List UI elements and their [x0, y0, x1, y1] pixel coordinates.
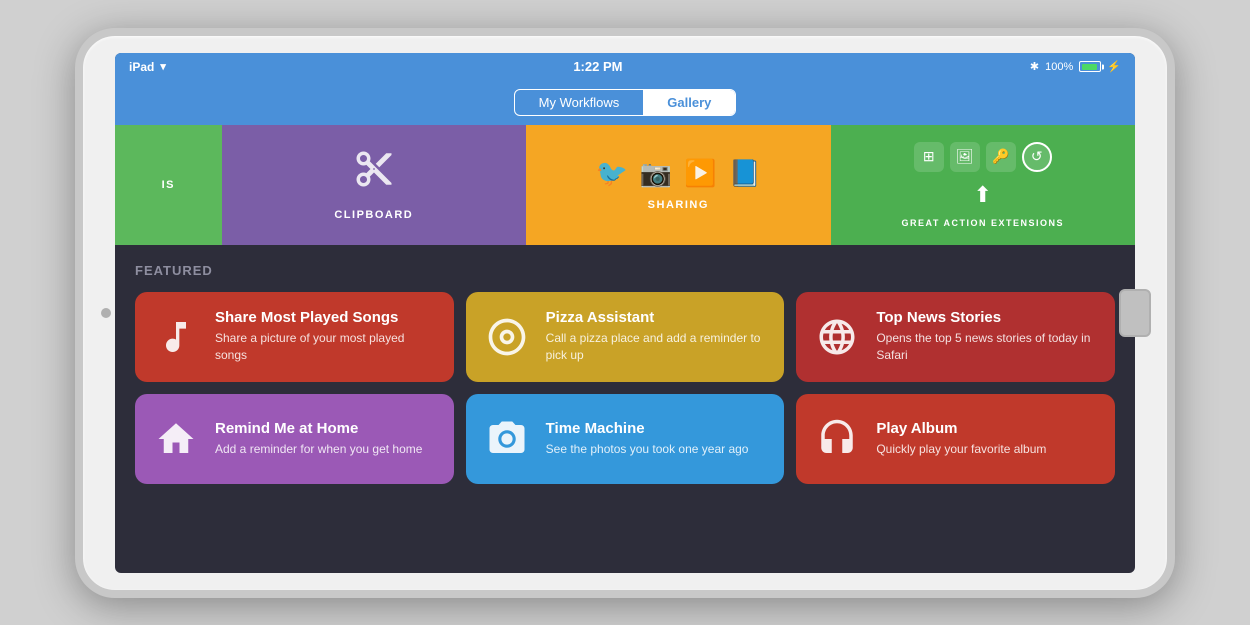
- ext-icon-2: 🖼: [950, 142, 980, 172]
- card-text-play-album: Play Album Quickly play your favorite al…: [876, 420, 1099, 458]
- twitter-icon: 🐦: [596, 158, 628, 189]
- social-icons-row: 🐦 📷 ▶️ 📘: [596, 158, 762, 189]
- card-top-news[interactable]: Top News Stories Opens the top 5 news st…: [796, 292, 1115, 382]
- ipad-shell: iPad ▾ 1:22 PM ✱ 100% ⚡ My Workflows Gal…: [75, 28, 1175, 598]
- card-title-play-album: Play Album: [876, 420, 1099, 437]
- cat-item-clipboard[interactable]: CLIPBOARD: [222, 125, 526, 245]
- youtube-icon: ▶️: [684, 158, 716, 189]
- featured-label: FEATURED: [135, 263, 1115, 278]
- battery-percent: 100%: [1045, 61, 1073, 73]
- facebook-icon: 📘: [729, 158, 761, 189]
- tab-gallery[interactable]: Gallery: [643, 90, 735, 115]
- card-text-top-news: Top News Stories Opens the top 5 news st…: [876, 309, 1099, 364]
- cat-label-clipboard: CLIPBOARD: [334, 209, 413, 221]
- card-remind-home[interactable]: Remind Me at Home Add a reminder for whe…: [135, 394, 454, 484]
- globe-icon: [812, 312, 862, 362]
- card-desc-remind-home: Add a reminder for when you get home: [215, 441, 438, 458]
- cat-label-shortcuts: IS: [162, 179, 175, 191]
- time-display: 1:22 PM: [573, 59, 622, 74]
- cat-label-extensions: GREAT ACTION EXTENSIONS: [902, 218, 1065, 228]
- extension-icons-row: ⊞ 🖼 🔑 ↺: [914, 142, 1052, 172]
- card-time-machine[interactable]: Time Machine See the photos you took one…: [466, 394, 785, 484]
- status-bar: iPad ▾ 1:22 PM ✱ 100% ⚡: [115, 53, 1135, 81]
- share-icon: ⬆: [974, 182, 992, 208]
- home-icon: [151, 414, 201, 464]
- card-title-time-machine: Time Machine: [546, 420, 769, 437]
- cat-item-sharing[interactable]: 🐦 📷 ▶️ 📘 SHARING: [526, 125, 830, 245]
- card-text-pizza-assistant: Pizza Assistant Call a pizza place and a…: [546, 309, 769, 364]
- bluetooth-icon: ✱: [1030, 60, 1039, 73]
- tab-my-workflows[interactable]: My Workflows: [515, 90, 644, 115]
- status-left: iPad ▾: [129, 60, 166, 74]
- scissors-icon: [353, 148, 395, 199]
- nav-bar: My Workflows Gallery: [115, 81, 1135, 125]
- card-play-album[interactable]: Play Album Quickly play your favorite al…: [796, 394, 1115, 484]
- card-desc-top-news: Opens the top 5 news stories of today in…: [876, 330, 1099, 364]
- category-banner: IS CLIPBOARD 🐦 📷 ▶️ 📘 SHAR: [115, 125, 1135, 245]
- card-title-share-most-played: Share Most Played Songs: [215, 309, 438, 326]
- card-desc-play-album: Quickly play your favorite album: [876, 441, 1099, 458]
- ext-icon-3: 🔑: [986, 142, 1016, 172]
- wifi-icon: ▾: [160, 60, 166, 73]
- instagram-icon: 📷: [640, 158, 672, 189]
- camera-icon: [482, 414, 532, 464]
- main-content: FEATURED Share Most Played Songs Share a…: [115, 245, 1135, 573]
- segmented-control: My Workflows Gallery: [514, 89, 737, 116]
- card-title-top-news: Top News Stories: [876, 309, 1099, 326]
- card-desc-share-most-played: Share a picture of your most played song…: [215, 330, 438, 364]
- battery-indicator: [1079, 61, 1101, 72]
- card-title-remind-home: Remind Me at Home: [215, 420, 438, 437]
- status-right: ✱ 100% ⚡: [1030, 60, 1121, 73]
- ext-icon-1: ⊞: [914, 142, 944, 172]
- headphones-icon: [812, 414, 862, 464]
- card-pizza-assistant[interactable]: Pizza Assistant Call a pizza place and a…: [466, 292, 785, 382]
- cat-item-extensions[interactable]: ⊞ 🖼 🔑 ↺ ⬆ GREAT ACTION EXTENSIONS: [831, 125, 1135, 245]
- cat-item-shortcuts[interactable]: IS: [115, 125, 222, 245]
- card-desc-time-machine: See the photos you took one year ago: [546, 441, 769, 458]
- card-text-remind-home: Remind Me at Home Add a reminder for whe…: [215, 420, 438, 458]
- charging-icon: ⚡: [1107, 60, 1121, 73]
- card-share-most-played[interactable]: Share Most Played Songs Share a picture …: [135, 292, 454, 382]
- card-text-share-most-played: Share Most Played Songs Share a picture …: [215, 309, 438, 364]
- screen: iPad ▾ 1:22 PM ✱ 100% ⚡ My Workflows Gal…: [115, 53, 1135, 573]
- cat-label-sharing: SHARING: [648, 199, 709, 211]
- card-title-pizza-assistant: Pizza Assistant: [546, 309, 769, 326]
- ext-icon-4: ↺: [1022, 142, 1052, 172]
- music-icon: [151, 312, 201, 362]
- cards-grid: Share Most Played Songs Share a picture …: [135, 292, 1115, 484]
- battery-fill: [1082, 64, 1097, 70]
- target-icon: [482, 312, 532, 362]
- card-text-time-machine: Time Machine See the photos you took one…: [546, 420, 769, 458]
- ipad-label: iPad: [129, 60, 154, 74]
- card-desc-pizza-assistant: Call a pizza place and add a reminder to…: [546, 330, 769, 364]
